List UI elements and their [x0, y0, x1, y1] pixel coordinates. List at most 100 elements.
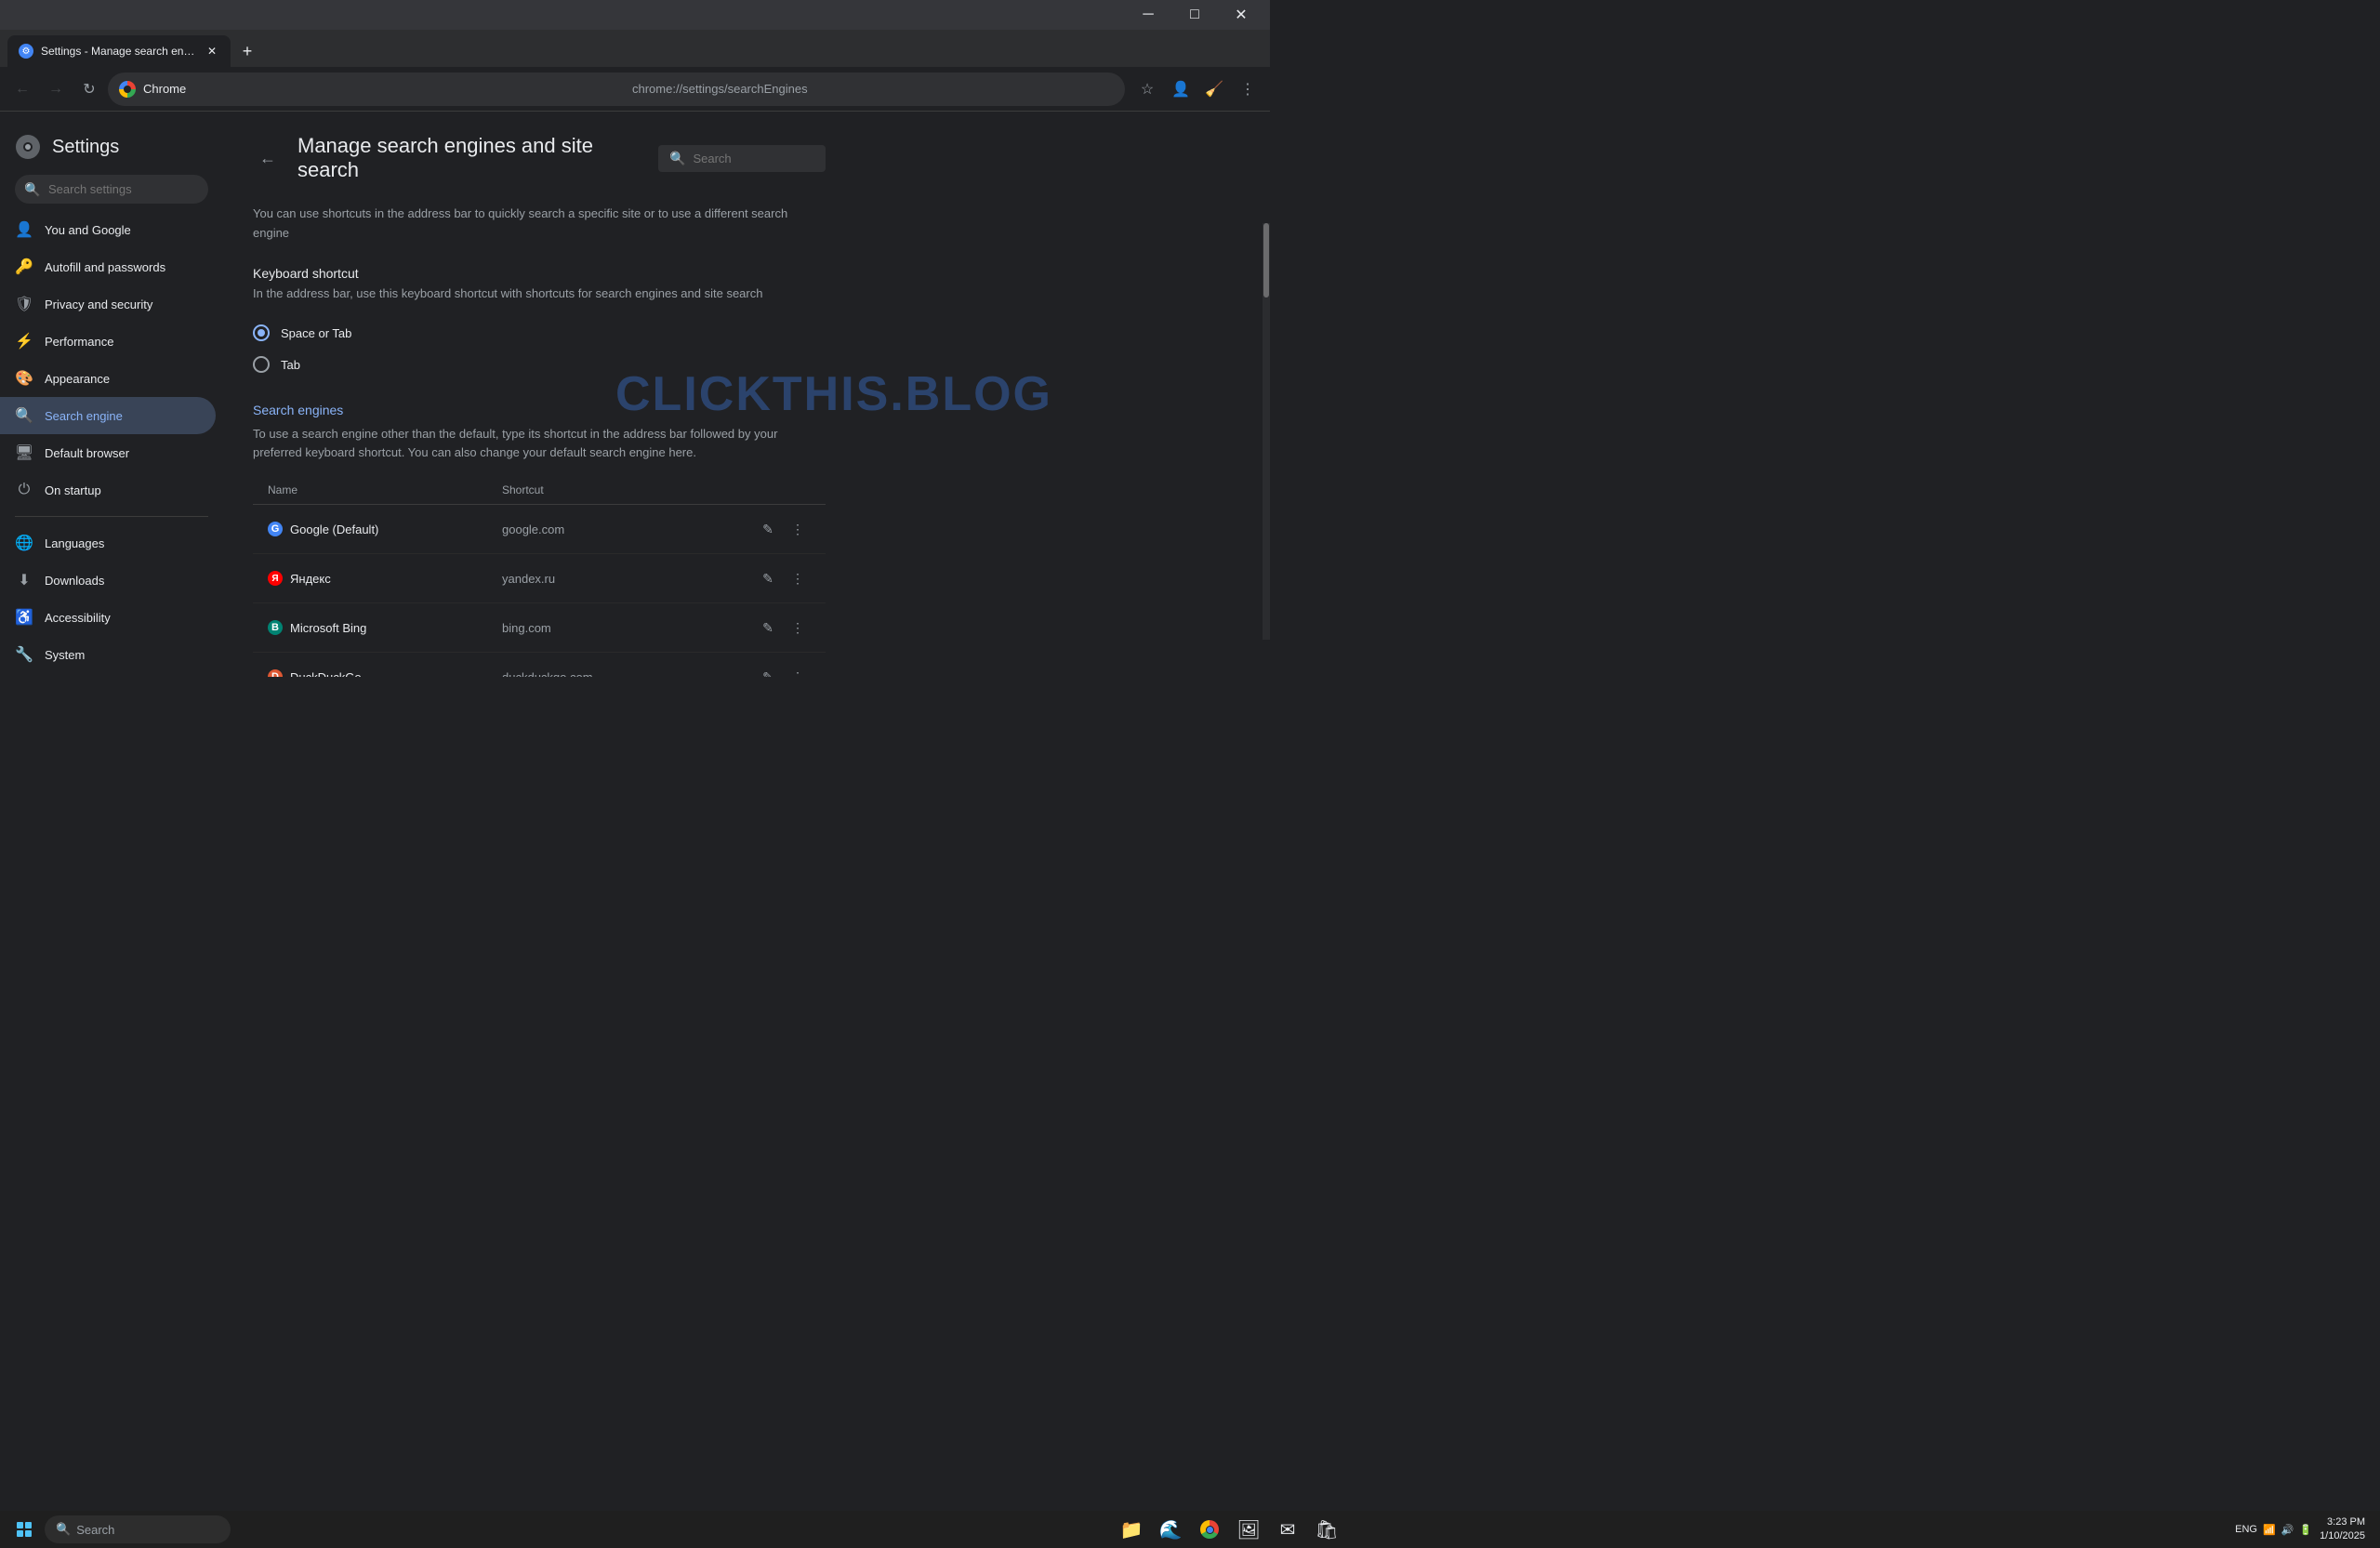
sidebar-item-you-and-google[interactable]: 👤 You and Google [0, 211, 216, 248]
maximize-button[interactable]: □ [1173, 0, 1216, 30]
engine-name-duckduckgo: D DuckDuckGo [268, 669, 502, 677]
sidebar-item-label: Downloads [45, 574, 201, 588]
scrollbar-thumb[interactable] [1263, 223, 1269, 298]
accessibility-icon: ♿ [15, 608, 33, 627]
more-button[interactable]: ⋮ [1233, 74, 1263, 104]
keyboard-shortcut-options: Space or Tab Tab [253, 317, 826, 380]
engine-label-bing: Microsoft Bing [290, 621, 366, 635]
chrome-taskbar-icon [1198, 1518, 1221, 1541]
win-logo-q4 [25, 1530, 32, 1537]
sidebar-item-label: Search engine [45, 409, 201, 423]
extensions-button[interactable]: 🧹 [1199, 74, 1229, 104]
sidebar: Settings 🔍 👤 You and Google 🔑 Autofill a… [0, 112, 223, 677]
engine-shortcut-duckduckgo: duckduckgo.com [502, 670, 736, 677]
taskbar-app-photos[interactable]: 🖼 [1230, 1511, 1267, 1548]
search-engines-header-row: Search engines [253, 403, 826, 417]
taskbar-search-icon: 🔍 [56, 1522, 71, 1537]
downloads-icon: ⬇ [15, 571, 33, 589]
back-nav-button[interactable]: ← [7, 74, 37, 104]
engine-shortcut-yandex: yandex.ru [502, 572, 736, 586]
sidebar-item-privacy-security[interactable]: 🛡 Privacy and security [0, 285, 216, 323]
edit-engine-yandex-button[interactable]: ✎ [755, 565, 781, 591]
page-search-box[interactable]: 🔍 [658, 145, 826, 172]
appearance-icon: 🎨 [15, 369, 33, 388]
more-engine-yandex-button[interactable]: ⋮ [785, 565, 811, 591]
tab-close-button[interactable]: ✕ [205, 44, 219, 59]
sidebar-item-downloads[interactable]: ⬇ Downloads [0, 562, 216, 599]
page-back-button[interactable]: ← [253, 143, 283, 173]
radio-inner-indicator [258, 329, 265, 337]
taskbar-app-store[interactable]: 🛍 [1308, 1511, 1345, 1548]
engine-name-google: G Google (Default) [268, 522, 502, 536]
tab-bar: ⚙ Settings - Manage search engi... ✕ + [0, 30, 1270, 67]
sidebar-item-default-browser[interactable]: 🖥 Default browser [0, 434, 216, 471]
sidebar-item-system[interactable]: 🔧 System [0, 636, 216, 673]
page-description: You can use shortcuts in the address bar… [253, 205, 826, 244]
sidebar-item-reset-settings[interactable]: ↺ Reset settings [0, 673, 216, 677]
sidebar-item-appearance[interactable]: 🎨 Appearance [0, 360, 216, 397]
sidebar-item-label: On startup [45, 483, 201, 497]
address-bar[interactable]: Chrome chrome://settings/searchEngines [108, 73, 1125, 106]
forward-nav-button[interactable]: → [41, 74, 71, 104]
page-search-input[interactable] [693, 152, 814, 165]
sidebar-item-label: System [45, 648, 201, 662]
default-browser-icon: 🖥 [15, 443, 33, 462]
search-settings-icon: 🔍 [24, 181, 40, 197]
taskbar-app-file-explorer[interactable]: 📁 [1113, 1511, 1150, 1548]
edit-engine-bing-button[interactable]: ✎ [755, 615, 781, 641]
taskbar-search-box[interactable]: 🔍 Search [45, 1515, 231, 1543]
taskbar-app-chrome[interactable] [1191, 1511, 1228, 1548]
url-text: chrome://settings/searchEngines [632, 82, 1114, 96]
engine-row-duckduckgo: D DuckDuckGo duckduckgo.com ✎ ⋮ [253, 653, 826, 677]
on-startup-icon: ⏻ [15, 481, 33, 499]
taskbar-system-icons: ENG 📶 🔊 🔋 [2235, 1524, 2312, 1536]
refresh-button[interactable]: ↻ [74, 74, 104, 104]
column-header-shortcut: Shortcut [502, 483, 736, 496]
radio-circle-tab [253, 356, 270, 373]
sidebar-item-autofill[interactable]: 🔑 Autofill and passwords [0, 248, 216, 285]
more-engine-duckduckgo-button[interactable]: ⋮ [785, 664, 811, 677]
more-engine-bing-button[interactable]: ⋮ [785, 615, 811, 641]
search-engines-description: To use a search engine other than the de… [253, 425, 826, 461]
minimize-button[interactable]: ─ [1127, 0, 1170, 30]
address-bar-row: ← → ↻ Chrome chrome://settings/searchEng… [0, 67, 1270, 112]
sidebar-item-accessibility[interactable]: ♿ Accessibility [0, 599, 216, 636]
scrollbar-track[interactable] [1263, 223, 1270, 640]
sidebar-item-on-startup[interactable]: ⏻ On startup [0, 471, 216, 509]
profile-button[interactable]: 👤 [1166, 74, 1196, 104]
sidebar-item-search-engine[interactable]: 🔍 Search engine [0, 397, 216, 434]
keyboard-shortcut-title: Keyboard shortcut [253, 266, 826, 281]
radio-tab[interactable]: Tab [253, 349, 826, 380]
engine-label-google: Google (Default) [290, 523, 378, 536]
more-engine-google-button[interactable]: ⋮ [785, 516, 811, 542]
radio-space-or-tab[interactable]: Space or Tab [253, 317, 826, 349]
sidebar-item-performance[interactable]: ⚡ Performance [0, 323, 216, 360]
start-button[interactable] [7, 1513, 41, 1546]
settings-logo-icon [15, 134, 41, 160]
sidebar-item-label: Autofill and passwords [45, 260, 201, 274]
engine-name-bing: B Microsoft Bing [268, 620, 502, 635]
taskbar-clock[interactable]: 3:23 PM 1/10/2025 [2320, 1515, 2365, 1544]
edit-engine-google-button[interactable]: ✎ [755, 516, 781, 542]
edit-engine-duckduckgo-button[interactable]: ✎ [755, 664, 781, 677]
search-settings-input[interactable] [15, 175, 208, 204]
engine-row-google: G Google (Default) google.com ✎ ⋮ [253, 505, 826, 554]
mail-icon: ✉ [1276, 1518, 1299, 1541]
clock-time: 3:23 PM [2320, 1515, 2365, 1529]
sidebar-item-languages[interactable]: 🌐 Languages [0, 524, 216, 562]
close-button[interactable]: ✕ [1220, 0, 1263, 30]
engine-favicon-duckduckgo: D [268, 669, 283, 677]
radio-label-space-or-tab: Space or Tab [281, 326, 351, 340]
windows-logo [17, 1522, 32, 1537]
engine-favicon-yandex: Я [268, 571, 283, 586]
bookmark-button[interactable]: ☆ [1132, 74, 1162, 104]
taskbar-app-mail[interactable]: ✉ [1269, 1511, 1306, 1548]
taskbar-app-edge[interactable]: 🌊 [1152, 1511, 1189, 1548]
taskbar: 🔍 Search 📁 🌊 🖼 ✉ 🛍 ENG 📶 [0, 1511, 2380, 1548]
store-icon: 🛍 [1316, 1518, 1338, 1541]
search-engines-heading: Search engines [253, 403, 343, 417]
tab-title: Settings - Manage search engi... [41, 45, 197, 58]
active-tab[interactable]: ⚙ Settings - Manage search engi... ✕ [7, 35, 231, 67]
new-tab-button[interactable]: + [234, 38, 260, 64]
edge-icon: 🌊 [1159, 1518, 1182, 1541]
